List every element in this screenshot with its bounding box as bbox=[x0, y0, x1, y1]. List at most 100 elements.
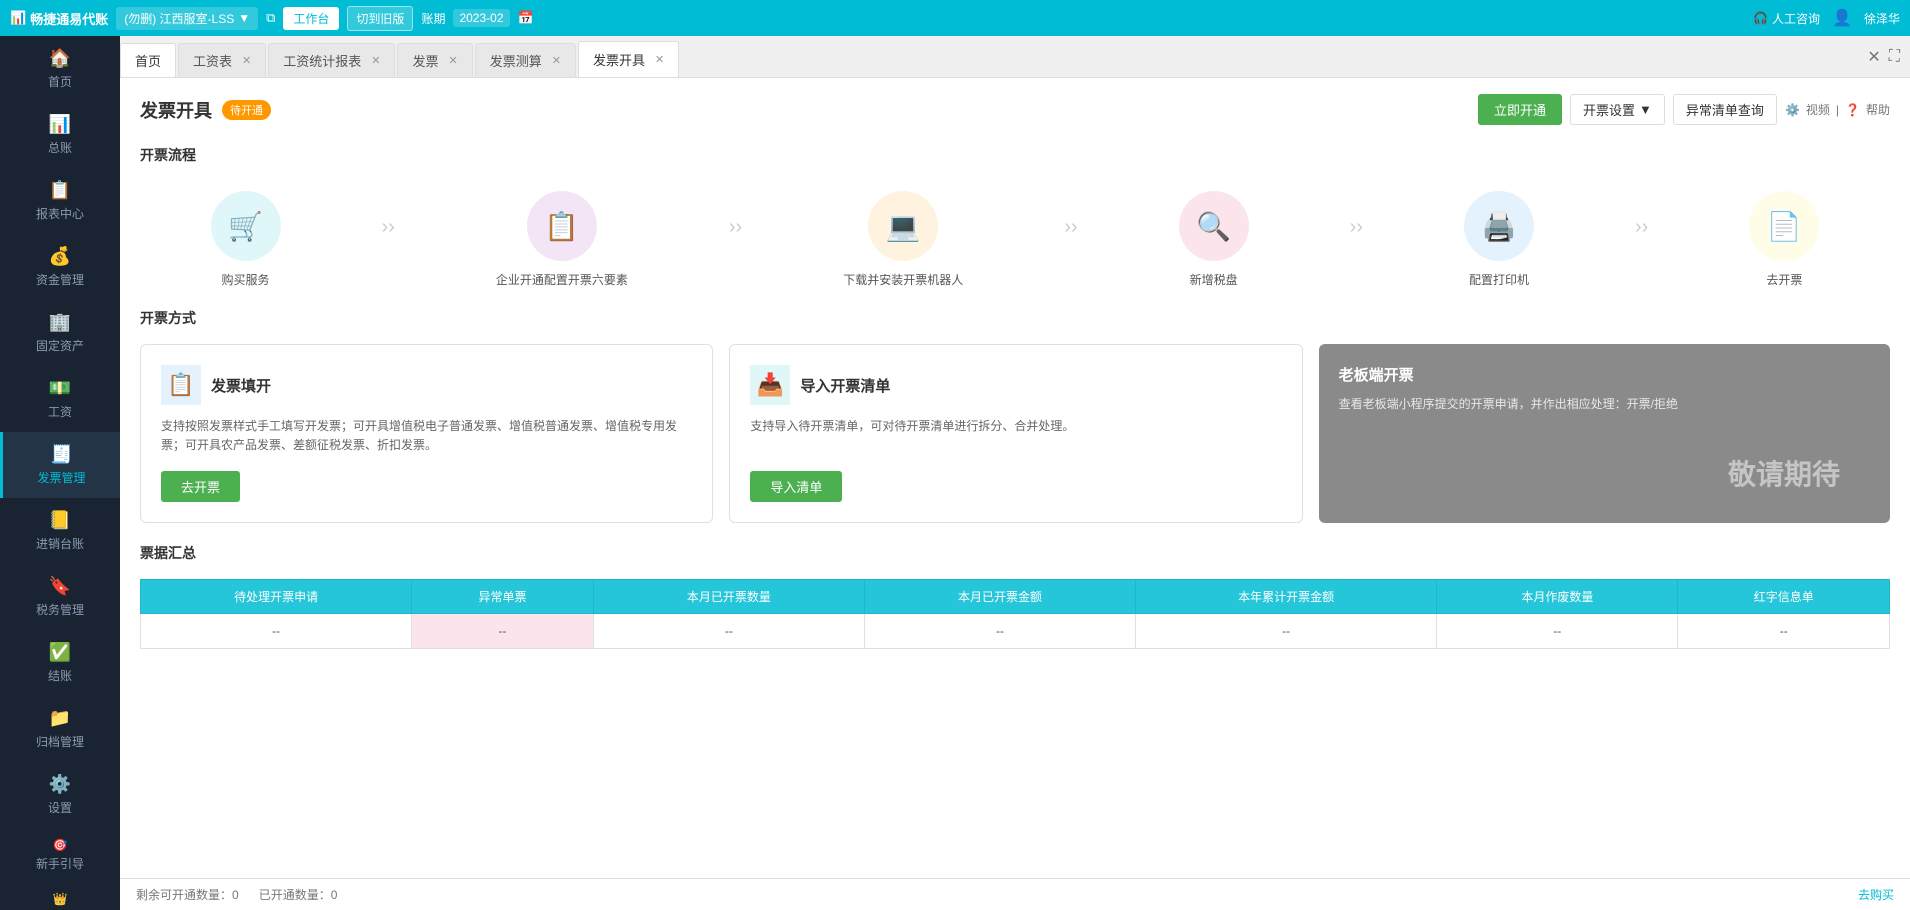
flow-arrow-5: ›› bbox=[1635, 216, 1648, 239]
settings-label: 开票设置 bbox=[1583, 100, 1635, 119]
switch-version-button[interactable]: 切到旧版 bbox=[347, 6, 413, 31]
view-label: 视频 bbox=[1806, 101, 1830, 118]
method-card-import-header: 📥 导入开票清单 bbox=[750, 365, 1281, 405]
col-void-count: 本月作废数量 bbox=[1437, 580, 1678, 614]
cell-pending: -- bbox=[141, 614, 412, 649]
immediate-open-button[interactable]: 立即开通 bbox=[1478, 94, 1562, 125]
dropdown-arrow-icon: ▼ bbox=[1639, 102, 1652, 117]
help-label: 帮助 bbox=[1866, 101, 1890, 118]
calendar-icon[interactable]: 📅 bbox=[518, 10, 534, 26]
sales-icon: 📒 bbox=[49, 510, 71, 531]
flow-step-6: 📄 去开票 bbox=[1749, 191, 1819, 288]
col-pending: 待处理开票申请 bbox=[141, 580, 412, 614]
col-abnormal: 异常单票 bbox=[412, 580, 594, 614]
sidebar-item-home[interactable]: 🏠 首页 bbox=[0, 36, 120, 102]
sidebar-item-assets[interactable]: 🏢 固定资产 bbox=[0, 300, 120, 366]
method-btn-manual[interactable]: 去开票 bbox=[161, 471, 240, 502]
tab-invoice-issue-close[interactable]: ✕ bbox=[655, 53, 664, 66]
flow-step-label-1: 购买服务 bbox=[221, 271, 269, 288]
flow-step-icon-2: 📋 bbox=[527, 191, 597, 261]
flow-steps: 🛒 购买服务 ›› 📋 企业开通配置开票六要素 ›› 💻 下载并安装开票机器人 … bbox=[140, 181, 1890, 308]
top-bar-left: 📊 畅捷通易代账 (勿删) 江西服室-LSS ▼ ⧉ 工作台 切到旧版 账期 2… bbox=[10, 6, 534, 31]
summary-table-header: 待处理开票申请 异常单票 本月已开票数量 本月已开票金额 本年累计开票金额 本月… bbox=[141, 580, 1890, 614]
funds-icon: 💰 bbox=[49, 246, 71, 267]
method-title-import: 导入开票清单 bbox=[800, 375, 890, 396]
summary-table-row: -- -- -- -- -- -- -- bbox=[141, 614, 1890, 649]
period-badge[interactable]: 2023-02 bbox=[453, 9, 509, 27]
app-name: 畅捷通易代账 bbox=[30, 9, 108, 28]
workspace-button[interactable]: 工作台 bbox=[283, 7, 339, 30]
assets-icon: 🏢 bbox=[49, 312, 71, 333]
tab-salary-report-close[interactable]: ✕ bbox=[371, 54, 380, 67]
method-icon-manual: 📋 bbox=[161, 365, 201, 405]
page-content: 发票开具 待开通 立即开通 开票设置 ▼ 异常清单查询 ⚙️ 视频 bbox=[120, 78, 1910, 878]
col-red-info: 红字信息单 bbox=[1678, 580, 1890, 614]
tab-invoice-close[interactable]: ✕ bbox=[449, 54, 458, 67]
page-title: 发票开具 bbox=[140, 97, 212, 123]
query-button[interactable]: 异常清单查询 bbox=[1673, 94, 1777, 125]
company-selector[interactable]: (勿删) 江西服室-LSS ▼ bbox=[116, 7, 258, 30]
remaining-count: 剩余可开通数量：0 bbox=[136, 886, 239, 903]
sidebar-label-ledger: 总账 bbox=[48, 139, 72, 156]
sidebar-label-salary: 工资 bbox=[48, 403, 72, 420]
tab-salary[interactable]: 工资表 ✕ bbox=[178, 43, 266, 77]
sidebar-label-assets: 固定资产 bbox=[36, 337, 84, 354]
sidebar-item-member[interactable]: 👑 畅会员 bbox=[0, 882, 120, 910]
method-icon-import: 📥 bbox=[750, 365, 790, 405]
sidebar-item-tax[interactable]: 🔖 税务管理 bbox=[0, 564, 120, 630]
tab-salary-close[interactable]: ✕ bbox=[242, 54, 251, 67]
close-tab-button[interactable]: ✕ bbox=[1867, 47, 1880, 67]
flow-step-1: 🛒 购买服务 bbox=[211, 191, 281, 288]
flow-step-label-4: 新增税盘 bbox=[1190, 271, 1238, 288]
status-badge: 待开通 bbox=[222, 100, 271, 120]
status-bar-left: 剩余可开通数量：0 已开通数量：0 bbox=[136, 886, 337, 903]
flow-step-3: 💻 下载并安装开票机器人 bbox=[843, 191, 963, 288]
flow-arrow-4: ›› bbox=[1350, 216, 1363, 239]
salary-icon: 💵 bbox=[49, 378, 71, 399]
tab-salary-report[interactable]: 工资统计报表 ✕ bbox=[268, 43, 395, 77]
tab-invoice-issue-label: 发票开具 bbox=[593, 50, 645, 69]
settlement-icon: ✅ bbox=[49, 642, 71, 663]
tab-invoice-calc-close[interactable]: ✕ bbox=[552, 54, 561, 67]
tab-salary-label: 工资表 bbox=[193, 51, 232, 70]
user-name[interactable]: 徐泽华 bbox=[1864, 10, 1900, 27]
sidebar-item-ledger[interactable]: 📊 总账 bbox=[0, 102, 120, 168]
flow-step-icon-4: 🔍 bbox=[1179, 191, 1249, 261]
sidebar-item-reports[interactable]: 📋 报表中心 bbox=[0, 168, 120, 234]
top-bar: 📊 畅捷通易代账 (勿删) 江西服室-LSS ▼ ⧉ 工作台 切到旧版 账期 2… bbox=[0, 0, 1910, 36]
flow-step-icon-6: 📄 bbox=[1749, 191, 1819, 261]
method-card-manual: 📋 发票填开 支持按照发票样式手工填写开发票；可开具增值税电子普通发票、增值税普… bbox=[140, 344, 713, 523]
archive-icon: 📁 bbox=[49, 708, 71, 729]
sidebar-item-settlement[interactable]: ✅ 结账 bbox=[0, 630, 120, 696]
flow-step-label-6: 去开票 bbox=[1766, 271, 1802, 288]
flow-step-label-3: 下载并安装开票机器人 bbox=[843, 271, 963, 288]
sidebar-item-archive[interactable]: 📁 归档管理 bbox=[0, 696, 120, 762]
avatar: 👤 bbox=[1832, 8, 1852, 28]
method-desc-import: 支持导入待开票清单，可对待开票清单进行拆分、合并处理。 bbox=[750, 417, 1281, 455]
page-title-area: 发票开具 待开通 bbox=[140, 97, 271, 123]
flow-arrow-1: ›› bbox=[382, 216, 395, 239]
sidebar-item-sales[interactable]: 📒 进销台账 bbox=[0, 498, 120, 564]
tax-icon: 🔖 bbox=[49, 576, 71, 597]
sidebar-item-invoice[interactable]: 🧾 发票管理 bbox=[0, 432, 120, 498]
content-area: 首页 工资表 ✕ 工资统计报表 ✕ 发票 ✕ 发票测算 ✕ bbox=[120, 36, 1910, 910]
method-btn-import[interactable]: 导入清单 bbox=[750, 471, 842, 502]
home-icon: 🏠 bbox=[49, 48, 71, 69]
sidebar-item-salary[interactable]: 💵 工资 bbox=[0, 366, 120, 432]
sidebar-item-funds[interactable]: 💰 资金管理 bbox=[0, 234, 120, 300]
tab-home[interactable]: 首页 bbox=[120, 43, 176, 77]
copy-icon[interactable]: ⧉ bbox=[266, 10, 275, 26]
sidebar-label-archive: 归档管理 bbox=[36, 733, 84, 750]
settings-button[interactable]: 开票设置 ▼ bbox=[1570, 94, 1665, 125]
status-bar: 剩余可开通数量：0 已开通数量：0 去购买 bbox=[120, 878, 1910, 910]
tab-invoice[interactable]: 发票 ✕ bbox=[397, 43, 472, 77]
buy-link[interactable]: 去购买 bbox=[1858, 886, 1894, 903]
sidebar-item-settings[interactable]: ⚙️ 设置 bbox=[0, 762, 120, 828]
tab-invoice-issue[interactable]: 发票开具 ✕ bbox=[578, 41, 679, 77]
restore-tab-button[interactable]: ⛶ bbox=[1889, 47, 1900, 67]
tab-invoice-calc[interactable]: 发票测算 ✕ bbox=[475, 43, 576, 77]
sidebar-item-guide[interactable]: 🎯 新手引导 bbox=[0, 828, 120, 882]
consult-button[interactable]: 🎧 人工咨询 bbox=[1753, 10, 1820, 27]
opened-count: 已开通数量：0 bbox=[259, 886, 338, 903]
ledger-icon: 📊 bbox=[49, 114, 71, 135]
